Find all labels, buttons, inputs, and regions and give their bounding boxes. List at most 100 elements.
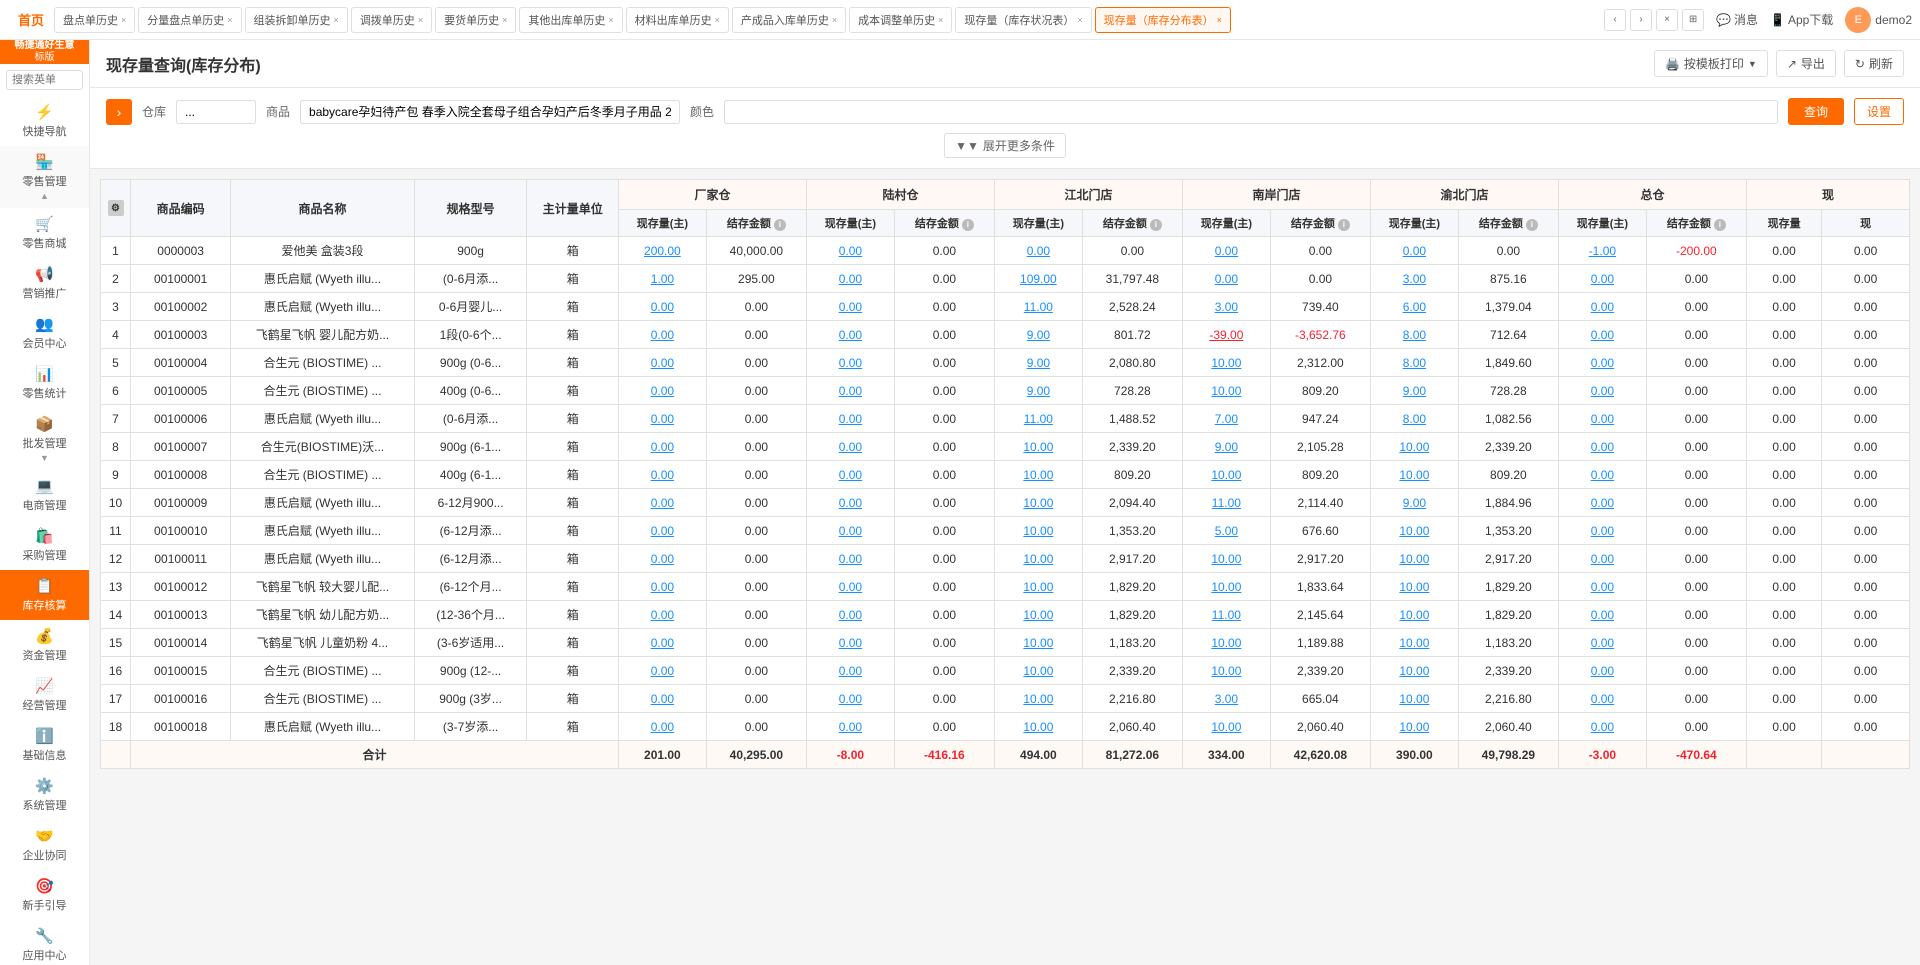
expand-filter-btn[interactable]: ▼▼ 展开更多条件 bbox=[944, 133, 1066, 158]
warehouse-input[interactable] bbox=[176, 100, 256, 124]
sub-col: 现存量(主) bbox=[1371, 210, 1459, 237]
export-icon: ↗ bbox=[1787, 57, 1797, 71]
sidebar-nav-item-kucun[interactable]: 📋 库存核算 bbox=[0, 570, 89, 620]
sidebar-nav-item-tongji[interactable]: 📊 零售统计 bbox=[0, 358, 89, 408]
color-input[interactable] bbox=[724, 100, 1778, 124]
sidebar-nav-item-jichu[interactable]: ℹ️ 基础信息 bbox=[0, 720, 89, 770]
col-settings-icon[interactable]: ⚙ bbox=[108, 200, 124, 216]
settings-button[interactable]: 设置 bbox=[1854, 98, 1904, 125]
tab-next-btn[interactable]: › bbox=[1630, 9, 1652, 31]
sub-col: 现存量 bbox=[1747, 210, 1822, 237]
sidebar-nav-item-yingyong[interactable]: 🔧 应用中心 bbox=[0, 920, 89, 965]
table-row: 300100002惠氏启赋 (Wyeth illu...0-6月婴儿...箱0.… bbox=[101, 293, 1910, 321]
home-tab[interactable]: 首页 bbox=[8, 10, 54, 29]
message-btn[interactable]: 💬 消息 bbox=[1716, 11, 1758, 28]
tab-item[interactable]: 现存量（库存状况表）× bbox=[955, 7, 1091, 33]
app-download-btn[interactable]: 📱 App下载 bbox=[1770, 11, 1833, 28]
sub-col: 现存量(主) bbox=[807, 210, 895, 237]
download-icon: 📱 bbox=[1770, 13, 1785, 27]
sub-col: 结存金额 i bbox=[1082, 210, 1182, 237]
tab-item-active[interactable]: 现存量（库存分布表）× bbox=[1095, 7, 1231, 33]
tab-item[interactable]: 分量盘点单历史× bbox=[138, 7, 241, 33]
tab-item[interactable]: 调拨单历史× bbox=[351, 7, 432, 33]
tab-item[interactable]: 材料出库单历史× bbox=[626, 7, 729, 33]
table-row: 1500100014飞鹤星飞帆 儿童奶粉 4...(3-6岁适用...箱0.00… bbox=[101, 629, 1910, 657]
data-table: ⚙ 商品编码 商品名称 规格型号 主计量单位 厂家仓 陆村仓 江北门店 南岸门店… bbox=[100, 179, 1910, 769]
sidebar-nav-item-shangcheng[interactable]: 🛒 零售商城 bbox=[0, 208, 89, 258]
download-label: App下载 bbox=[1788, 11, 1833, 28]
refresh-icon: ↻ bbox=[1855, 57, 1865, 71]
tab-expand-btn[interactable]: ⊞ bbox=[1682, 9, 1704, 31]
sidebar-nav-item-xitong[interactable]: ⚙️ 系统管理 bbox=[0, 770, 89, 820]
table-row: 900100008合生元 (BIOSTIME) ...400g (6-1...箱… bbox=[101, 461, 1910, 489]
sidebar-nav-item-qiye[interactable]: 🤝 企业协同 bbox=[0, 820, 89, 870]
col-group-nanan: 南岸门店 bbox=[1183, 180, 1371, 210]
table-row: 200100001惠氏启赋 (Wyeth illu...(0-6月添...箱1.… bbox=[101, 265, 1910, 293]
sidebar: 畅捷通好生意 标版 ⚡ 快捷导航 🏪 零售管理 ▲ 🛒 零售商城 📢 营销推广 … bbox=[0, 40, 90, 965]
message-label: 消息 bbox=[1734, 11, 1758, 28]
table-row: 1800100018惠氏启赋 (Wyeth illu...(3-7岁添...箱0… bbox=[101, 713, 1910, 741]
sub-col: 现存量(主) bbox=[1183, 210, 1271, 237]
sidebar-nav-item-pifa[interactable]: 📦 批发管理 ▼ bbox=[0, 408, 89, 470]
col-spec: 规格型号 bbox=[414, 180, 527, 237]
page-title: 现存量查询(库存分布) bbox=[106, 52, 261, 76]
col-unit: 主计量单位 bbox=[527, 180, 619, 237]
sub-col: 结存金额 i bbox=[1646, 210, 1746, 237]
col-group-zongcang: 总仓 bbox=[1559, 180, 1747, 210]
table-row: 600100005合生元 (BIOSTIME) ...400g (0-6...箱… bbox=[101, 377, 1910, 405]
table-row: 1200100011惠氏启赋 (Wyeth illu...(6-12月添...箱… bbox=[101, 545, 1910, 573]
sub-col: 现 bbox=[1822, 210, 1910, 237]
tab-close-btn[interactable]: × bbox=[1656, 9, 1678, 31]
tab-item[interactable]: 盘点单历史× bbox=[54, 7, 135, 33]
table-row: 1000100009惠氏启赋 (Wyeth illu...6-12月900...… bbox=[101, 489, 1910, 517]
logo-area: 畅捷通好生意 标版 bbox=[0, 40, 89, 64]
table-row: 10000003爱他美 盒装3段900g箱200.0040,000.000.00… bbox=[101, 237, 1910, 265]
sidebar-nav-item-lingshou[interactable]: 🏪 零售管理 ▲ bbox=[0, 146, 89, 208]
table-row: 1300100012飞鹤星飞帆 较大婴儿配...(6-12个月...箱0.000… bbox=[101, 573, 1910, 601]
sidebar-nav-item-caigou[interactable]: 🛍️ 采购管理 bbox=[0, 520, 89, 570]
page-header: 现存量查询(库存分布) 🖨️ 按模板打印 ▼ ↗ 导出 ↻ 刷新 bbox=[90, 40, 1920, 88]
export-btn[interactable]: ↗ 导出 bbox=[1776, 50, 1836, 77]
table-row: 800100007合生元(BIOSTIME)沃...900g (6-1...箱0… bbox=[101, 433, 1910, 461]
query-button[interactable]: 查询 bbox=[1788, 98, 1844, 125]
filter-expand-arrow[interactable]: › bbox=[106, 99, 132, 125]
tab-prev-btn[interactable]: ‹ bbox=[1604, 9, 1626, 31]
table-row: 1600100015合生元 (BIOSTIME) ...900g (12-...… bbox=[101, 657, 1910, 685]
sidebar-nav-item-jingying[interactable]: 📈 经营管理 bbox=[0, 670, 89, 720]
expand-icon: ▼▼ bbox=[955, 139, 979, 153]
col-group-jiangbei: 江北门店 bbox=[995, 180, 1183, 210]
sub-col: 结存金额 i bbox=[1458, 210, 1558, 237]
sidebar-search-area bbox=[0, 64, 89, 96]
sub-col: 结存金额 i bbox=[894, 210, 994, 237]
product-input[interactable] bbox=[300, 100, 680, 124]
warehouse-label: 仓库 bbox=[142, 103, 166, 120]
refresh-btn[interactable]: ↻ 刷新 bbox=[1844, 50, 1904, 77]
user-avatar[interactable]: E demo2 bbox=[1845, 7, 1912, 33]
sub-col: 现存量(主) bbox=[619, 210, 707, 237]
tab-item[interactable]: 要货单历史× bbox=[435, 7, 516, 33]
username-label: demo2 bbox=[1875, 13, 1912, 27]
sidebar-nav-item-xinshou[interactable]: 🎯 新手引导 bbox=[0, 870, 89, 920]
chevron-down-icon: ▼ bbox=[1748, 59, 1757, 69]
tab-item[interactable]: 成本调整单历史× bbox=[849, 7, 952, 33]
sidebar-nav-item-zijin[interactable]: 💰 资金管理 bbox=[0, 620, 89, 670]
search-input[interactable] bbox=[6, 70, 83, 90]
table-row: 700100006惠氏启赋 (Wyeth illu...(0-6月添...箱0.… bbox=[101, 405, 1910, 433]
sidebar-nav-item-kuaijie[interactable]: ⚡ 快捷导航 bbox=[0, 96, 89, 146]
sidebar-nav-item-huiyuan[interactable]: 👥 会员中心 bbox=[0, 308, 89, 358]
col-name: 商品名称 bbox=[231, 180, 414, 237]
tab-item[interactable]: 其他出库单历史× bbox=[519, 7, 622, 33]
sub-col: 结存金额 i bbox=[706, 210, 806, 237]
table-row: 400100003飞鹤星飞帆 婴儿配方奶...1段(0-6个...箱0.000.… bbox=[101, 321, 1910, 349]
tab-item[interactable]: 产成品入库单历史× bbox=[732, 7, 846, 33]
main-area: 现存量查询(库存分布) 🖨️ 按模板打印 ▼ ↗ 导出 ↻ 刷新 bbox=[90, 40, 1920, 965]
sidebar-nav-item-dianshang[interactable]: 💻 电商管理 bbox=[0, 470, 89, 520]
settings-col-header: ⚙ bbox=[101, 180, 131, 237]
message-icon: 💬 bbox=[1716, 13, 1731, 27]
top-nav: 首页 盘点单历史× 分量盘点单历史× 组装拆卸单历史× 调拨单历史× 要货单历史… bbox=[0, 0, 1920, 40]
sidebar-nav-item-yingxiao[interactable]: 📢 营销推广 bbox=[0, 258, 89, 308]
table-footer-row: 合计201.0040,295.00-8.00-416.16494.0081,27… bbox=[101, 741, 1910, 769]
tab-item[interactable]: 组装拆卸单历史× bbox=[245, 7, 348, 33]
print-btn[interactable]: 🖨️ 按模板打印 ▼ bbox=[1654, 50, 1768, 77]
table-row: 500100004合生元 (BIOSTIME) ...900g (0-6...箱… bbox=[101, 349, 1910, 377]
